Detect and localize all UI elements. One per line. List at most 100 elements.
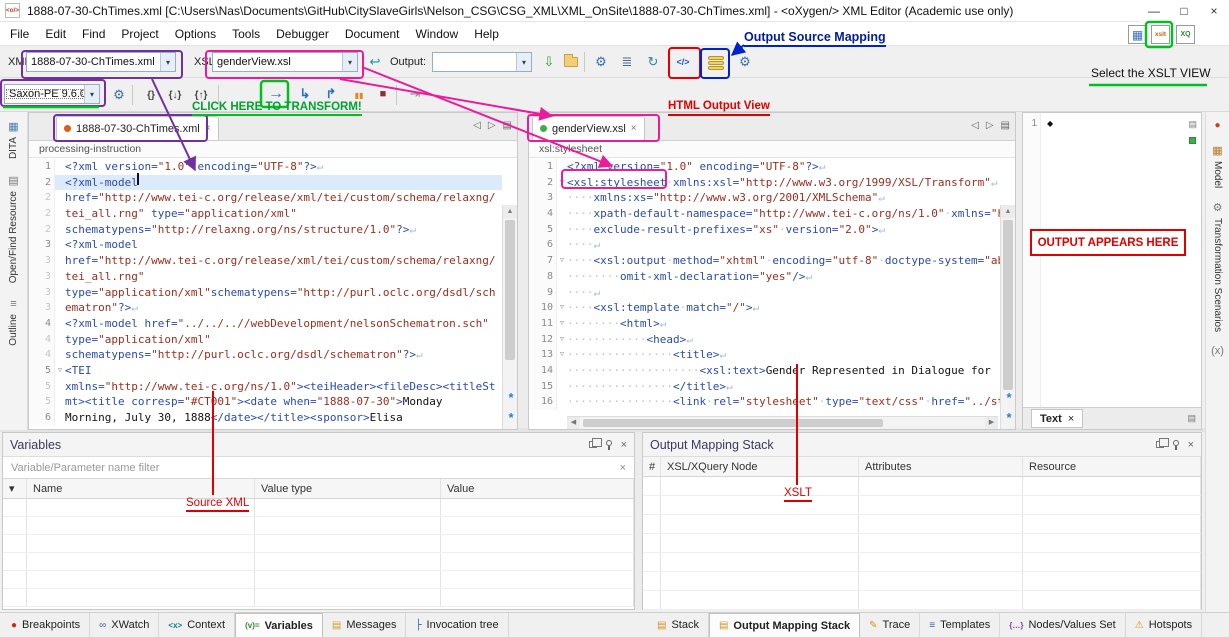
pane-splitter[interactable] — [518, 112, 528, 430]
panel-menu-icon[interactable]: ▤ — [1187, 413, 1196, 424]
scroll-left-icon[interactable]: ◀ — [567, 417, 580, 429]
fold-toggle-icon[interactable]: ▽ — [557, 347, 567, 363]
close-icon[interactable]: × — [631, 123, 637, 134]
code-line[interactable]: 3ematron"?>↵ — [29, 300, 502, 316]
close-icon[interactable]: × — [205, 123, 211, 134]
step-over-icon[interactable]: ↱ — [320, 83, 342, 105]
breadcrumb[interactable]: processing-instruction — [29, 141, 517, 158]
column-header[interactable]: Name — [27, 479, 255, 498]
table-row[interactable] — [643, 477, 1201, 496]
menu-window[interactable]: Window — [408, 27, 467, 41]
table-row[interactable] — [3, 517, 634, 535]
code-line[interactable]: 3····xmlns:xs="http://www.w3.org/2001/XM… — [529, 190, 1000, 206]
column-header[interactable]: Resource — [1023, 457, 1201, 476]
panel-splitter[interactable] — [635, 432, 642, 610]
xsl-stylesheet-combobox[interactable]: genderView.xsl ▾ — [212, 52, 358, 72]
menu-document[interactable]: Document — [337, 27, 408, 41]
debug-settings-icon[interactable]: ≣ — [616, 51, 638, 73]
engine-settings-gear-icon[interactable]: ⚙ — [108, 84, 130, 106]
scroll-tabs-left-icon[interactable]: ◁ — [971, 120, 979, 131]
open-folder-icon[interactable] — [560, 51, 582, 73]
step-down-node-icon[interactable]: {↓} — [164, 84, 186, 106]
fold-toggle-icon[interactable]: ▽ — [557, 253, 567, 269]
xslt-debugger-view-icon[interactable]: xslt — [1151, 25, 1170, 44]
step-into-icon[interactable]: ↳ — [294, 83, 316, 105]
pin-panel-icon[interactable] — [1173, 440, 1179, 446]
minimize-button[interactable]: — — [1139, 0, 1169, 22]
scroll-tabs-right-icon[interactable]: ▷ — [488, 120, 496, 131]
side-tab-dita[interactable]: ▦DITA — [8, 120, 19, 159]
link-output-icon[interactable]: ↩ — [364, 51, 386, 73]
code-line[interactable]: 13▽················<title>↵ — [529, 347, 1000, 363]
code-line[interactable]: 3tei_all.rng" — [29, 269, 502, 285]
float-panel-icon[interactable] — [1156, 441, 1164, 448]
scroll-tabs-left-icon[interactable]: ◁ — [473, 120, 481, 131]
save-output-icon[interactable]: ⇩ — [538, 51, 560, 73]
tab-messages[interactable]: ▤Messages — [323, 613, 407, 637]
menu-tools[interactable]: Tools — [224, 27, 268, 41]
column-header[interactable]: ▾ — [3, 479, 27, 498]
engine-combobox[interactable]: Saxon-PE 9.6.0.7 ▾ — [4, 84, 100, 104]
table-row[interactable] — [643, 534, 1201, 553]
sync-scroll-icon[interactable]: * — [1003, 390, 1015, 405]
code-line[interactable]: 5mt><title corresp="#CT001"><date when="… — [29, 394, 502, 410]
code-line[interactable]: 8········omit-xml-declaration="yes"/>↵ — [529, 269, 1000, 285]
tab-breakpoints[interactable]: ●Breakpoints — [2, 613, 90, 637]
chevron-down-icon[interactable]: ▾ — [160, 53, 175, 71]
step-up-node-icon[interactable]: {↑} — [190, 84, 212, 106]
code-line[interactable]: 5▽<TEI — [29, 363, 502, 379]
tab-nodes-values-set[interactable]: {…}Nodes/Values Set — [1000, 613, 1125, 637]
table-row[interactable] — [3, 499, 634, 517]
code-line[interactable]: 16················<link·rel="stylesheet"… — [529, 394, 1000, 410]
side-tab-transformation-scenarios[interactable]: ⚙Transformation Scenarios — [1212, 201, 1223, 332]
profiler-icon[interactable]: ↻ — [642, 51, 664, 73]
code-line[interactable]: 4schematypens="http://purl.oclc.org/dsdl… — [29, 347, 502, 363]
menu-help[interactable]: Help — [466, 27, 507, 41]
breadcrumb[interactable]: xsl:stylesheet — [529, 141, 1015, 158]
tab-output-mapping-stack[interactable]: ▤Output Mapping Stack — [709, 613, 860, 637]
pin-panel-icon[interactable] — [606, 440, 612, 446]
scrollbar-thumb[interactable] — [1003, 220, 1013, 390]
html-output-view-icon[interactable]: </> — [672, 51, 694, 73]
sync-scroll-icon[interactable]: * — [505, 390, 517, 405]
menu-find[interactable]: Find — [74, 27, 113, 41]
tab-trace[interactable]: ✎Trace — [860, 613, 920, 637]
code-line[interactable]: 4<?xml-model href="../../..//webDevelopm… — [29, 316, 502, 332]
variables-filter-input[interactable]: Variable/Parameter name filter × — [3, 457, 634, 479]
code-line[interactable]: 10▽····<xsl:template·match="/">↵ — [529, 300, 1000, 316]
table-row[interactable] — [643, 591, 1201, 610]
run-transformation-icon[interactable]: → — [265, 83, 287, 105]
menu-options[interactable]: Options — [167, 27, 224, 41]
tab-list-icon[interactable]: ▤ — [503, 120, 512, 131]
scroll-up-icon[interactable]: ▲ — [1001, 205, 1015, 218]
scroll-right-icon[interactable]: ▶ — [985, 417, 998, 429]
code-line[interactable]: 2<?xml-model — [29, 175, 502, 191]
maximize-button[interactable]: □ — [1169, 0, 1199, 22]
chevron-down-icon[interactable]: ▾ — [84, 85, 99, 103]
code-line[interactable]: 7▽····<xsl:output·method="xhtml"·encodin… — [529, 253, 1000, 269]
menu-file[interactable]: File — [2, 27, 37, 41]
column-header[interactable]: # — [643, 457, 661, 476]
scrollbar-thumb[interactable] — [505, 220, 515, 360]
xquery-debugger-view-icon[interactable]: XQ — [1176, 25, 1195, 44]
editor-layout-icon[interactable]: ▦ — [1128, 25, 1147, 44]
chevron-down-icon[interactable]: ▾ — [342, 53, 357, 71]
side-tab-icon[interactable]: ● — [1214, 120, 1220, 131]
tab-xml-document[interactable]: 1888-07-30-ChTimes.xml × — [56, 116, 219, 140]
chevron-down-icon[interactable]: ▾ — [516, 53, 531, 71]
code-line[interactable]: 6····↵ — [529, 237, 1000, 253]
tab-list-icon[interactable]: ▤ — [1001, 120, 1010, 131]
horizontal-scrollbar[interactable]: ◀ ▶ — [567, 416, 998, 429]
code-line[interactable]: 12▽············<head>↵ — [529, 332, 1000, 348]
table-row[interactable] — [3, 553, 634, 571]
tab-context[interactable]: <x>Context — [159, 613, 235, 637]
code-line[interactable]: 5····exclude-result-prefixes="xs"·versio… — [529, 222, 1000, 238]
wrench-config-icon[interactable]: ⚙ — [590, 51, 612, 73]
tab-hotspots[interactable]: ⚠Hotspots — [1126, 613, 1202, 637]
float-panel-icon[interactable] — [589, 441, 597, 448]
gear-icon[interactable]: ⚙ — [734, 51, 756, 73]
scroll-up-icon[interactable]: ▲ — [503, 205, 517, 218]
side-tab-outline[interactable]: ≡Outline — [8, 298, 19, 346]
code-line[interactable]: 11▽········<html>↵ — [529, 316, 1000, 332]
table-row[interactable] — [3, 535, 634, 553]
